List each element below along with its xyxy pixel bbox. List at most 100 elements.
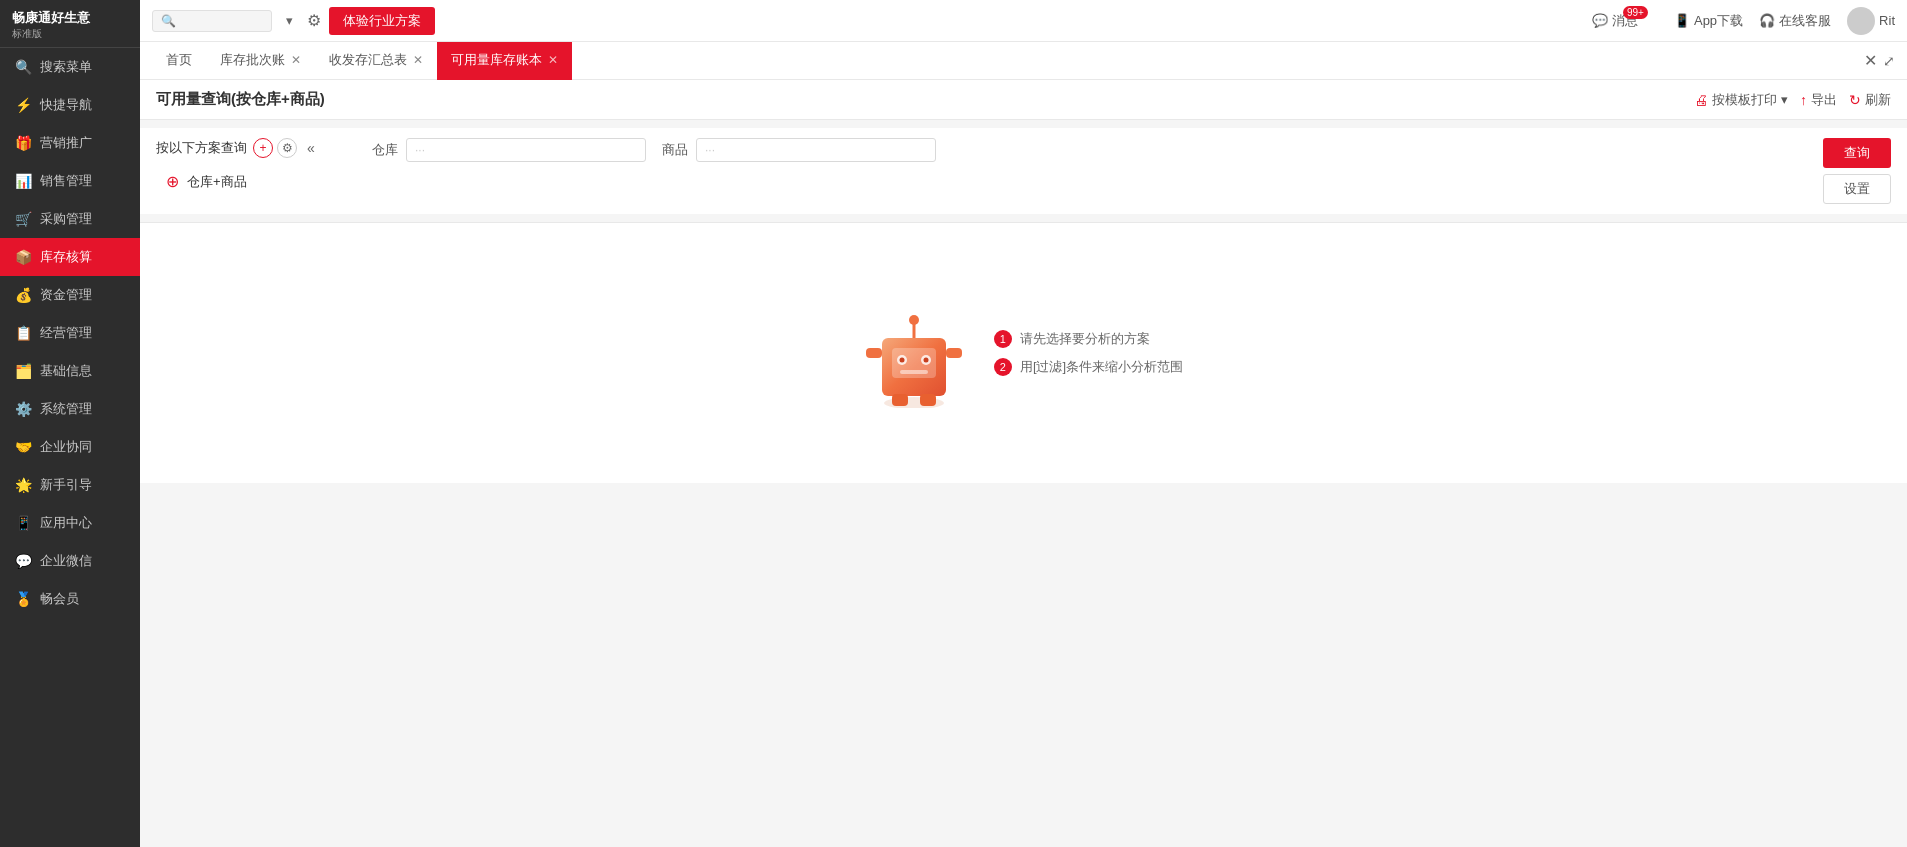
sidebar-item-operations[interactable]: 📋 经营管理 [0, 314, 140, 352]
apps-icon: 📱 [14, 515, 32, 531]
logo-subtitle: 标准版 [12, 27, 128, 41]
empty-step-2-text: 用[过滤]条件来缩小分析范围 [1020, 358, 1183, 376]
export-icon: ↑ [1800, 92, 1807, 108]
query-buttons: 查询 设置 [1823, 138, 1891, 204]
topbar-search-box[interactable]: 🔍 [152, 10, 272, 32]
tab-batch-close[interactable]: ✕ [291, 53, 301, 67]
user-avatar [1847, 7, 1875, 35]
tab-home-label: 首页 [166, 51, 192, 69]
query-fields-row: 仓库 ··· 商品 ··· [372, 138, 1807, 162]
setting-button[interactable]: 设置 [1823, 174, 1891, 204]
scheme-item-label: 仓库+商品 [187, 173, 247, 191]
print-label: 按模板打印 [1712, 91, 1777, 109]
step-num-2: 2 [994, 358, 1012, 376]
empty-text: 1 请先选择要分析的方案 2 用[过滤]条件来缩小分析范围 [994, 330, 1183, 376]
refresh-button[interactable]: ↻ 刷新 [1849, 91, 1891, 109]
query-button[interactable]: 查询 [1823, 138, 1891, 168]
tabbar: 首页 库存批次账 ✕ 收发存汇总表 ✕ 可用量库存账本 ✕ ✕ ⤢ [140, 42, 1907, 80]
topbar-dropdown-arrow[interactable]: ▾ [280, 10, 299, 31]
sidebar-item-newbie[interactable]: 🌟 新手引导 [0, 466, 140, 504]
phone-icon: 📱 [1674, 13, 1690, 28]
goods-field: 商品 ··· [662, 138, 936, 162]
query-scheme-header: 按以下方案查询 + ⚙ « [156, 138, 356, 158]
goods-input[interactable]: ··· [696, 138, 936, 162]
sidebar-item-system[interactable]: ⚙️ 系统管理 [0, 390, 140, 428]
expand-tabs-button[interactable]: ⤢ [1883, 53, 1895, 69]
tab-summary-close[interactable]: ✕ [413, 53, 423, 67]
add-scheme-button[interactable]: + [253, 138, 273, 158]
app-download-label: App下载 [1694, 12, 1743, 30]
industry-solution-button[interactable]: 体验行业方案 [329, 7, 435, 35]
sidebar-item-basic[interactable]: 🗂️ 基础信息 [0, 352, 140, 390]
page-title: 可用量查询(按仓库+商品) [156, 90, 325, 109]
search-icon-small: 🔍 [161, 14, 176, 28]
sidebar-item-apps[interactable]: 📱 应用中心 [0, 504, 140, 542]
sidebar-label-apps: 应用中心 [40, 514, 92, 532]
svg-point-5 [899, 358, 904, 363]
print-dropdown-icon[interactable]: ▾ [1781, 92, 1788, 107]
sidebar-item-purchase[interactable]: 🛒 采购管理 [0, 200, 140, 238]
tab-home[interactable]: 首页 [152, 42, 206, 80]
settings-scheme-button[interactable]: ⚙ [277, 138, 297, 158]
svg-rect-7 [900, 370, 928, 374]
sidebar-label-shortcut: 快捷导航 [40, 96, 92, 114]
print-button[interactable]: 🖨 按模板打印 ▾ [1694, 91, 1788, 109]
headset-icon: 🎧 [1759, 13, 1775, 28]
export-button[interactable]: ↑ 导出 [1800, 91, 1837, 109]
scheme-item-warehouse-goods[interactable]: ⊕ 仓库+商品 [156, 166, 356, 197]
sidebar-scroll: 🔍 搜索菜单 ⚡ 快捷导航 🎁 营销推广 📊 销售管理 🛒 采购管理 📦 库存核… [0, 48, 140, 847]
member-icon: 🏅 [14, 591, 32, 607]
sidebar-item-search[interactable]: 🔍 搜索菜单 [0, 48, 140, 86]
sidebar-logo: 畅康通好生意 标准版 [0, 0, 140, 48]
svg-rect-12 [892, 394, 908, 406]
sidebar-item-inventory[interactable]: 📦 库存核算 [0, 238, 140, 276]
topbar-right-section: 💬 消息 99+ 📱 App下载 🎧 在线客服 Rit [1592, 7, 1895, 35]
sidebar-label-wechat: 企业微信 [40, 552, 92, 570]
system-icon: ⚙️ [14, 401, 32, 417]
sidebar: 畅康通好生意 标准版 🔍 搜索菜单 ⚡ 快捷导航 🎁 营销推广 📊 销售管理 🛒… [0, 0, 140, 847]
sidebar-item-wechat[interactable]: 💬 企业微信 [0, 542, 140, 580]
app-download-button[interactable]: 📱 App下载 [1674, 12, 1743, 30]
page-content: 可用量查询(按仓库+商品) 🖨 按模板打印 ▾ ↑ 导出 ↻ 刷新 [140, 80, 1907, 847]
close-all-tabs-button[interactable]: ✕ [1864, 51, 1877, 70]
svg-rect-10 [866, 348, 882, 358]
query-scheme-label: 按以下方案查询 [156, 139, 247, 157]
empty-step-2: 2 用[过滤]条件来缩小分析范围 [994, 358, 1183, 376]
sidebar-item-member[interactable]: 🏅 畅会员 [0, 580, 140, 618]
user-name: Rit [1879, 13, 1895, 28]
svg-point-6 [923, 358, 928, 363]
warehouse-input[interactable]: ··· [406, 138, 646, 162]
customer-service-button[interactable]: 🎧 在线客服 [1759, 12, 1831, 30]
svg-point-9 [909, 315, 919, 325]
shortcut-icon: ⚡ [14, 97, 32, 113]
sidebar-item-enterprise[interactable]: 🤝 企业协同 [0, 428, 140, 466]
step-num-1: 1 [994, 330, 1012, 348]
tab-summary[interactable]: 收发存汇总表 ✕ [315, 42, 437, 80]
empty-step-1: 1 请先选择要分析的方案 [994, 330, 1183, 348]
message-icon: 💬 [1592, 13, 1608, 28]
topbar: 🔍 ▾ ⚙ 体验行业方案 💬 消息 99+ 📱 App下载 🎧 在线客服 Rit [140, 0, 1907, 42]
tab-batch-label: 库存批次账 [220, 51, 285, 69]
sidebar-item-sales[interactable]: 📊 销售管理 [0, 162, 140, 200]
tab-available-label: 可用量库存账本 [451, 51, 542, 69]
sidebar-item-finance[interactable]: 💰 资金管理 [0, 276, 140, 314]
tab-available[interactable]: 可用量库存账本 ✕ [437, 42, 572, 80]
user-avatar-area[interactable]: Rit [1847, 7, 1895, 35]
sidebar-label-member: 畅会员 [40, 590, 79, 608]
collapse-scheme-button[interactable]: « [303, 140, 319, 156]
warehouse-ellipsis: ··· [415, 143, 425, 157]
enterprise-icon: 🤝 [14, 439, 32, 455]
tab-batch[interactable]: 库存批次账 ✕ [206, 42, 315, 80]
inventory-icon: 📦 [14, 249, 32, 265]
tab-available-close[interactable]: ✕ [548, 53, 558, 67]
warehouse-label: 仓库 [372, 141, 398, 159]
sales-icon: 📊 [14, 173, 32, 189]
topbar-search-input[interactable] [180, 14, 260, 28]
topbar-gear-icon[interactable]: ⚙ [307, 11, 321, 30]
logo-title: 畅康通好生意 [12, 10, 128, 27]
sidebar-item-marketing[interactable]: 🎁 营销推广 [0, 124, 140, 162]
sidebar-item-shortcut[interactable]: ⚡ 快捷导航 [0, 86, 140, 124]
messages-button[interactable]: 💬 消息 99+ [1592, 12, 1638, 30]
goods-label: 商品 [662, 141, 688, 159]
basic-icon: 🗂️ [14, 363, 32, 379]
